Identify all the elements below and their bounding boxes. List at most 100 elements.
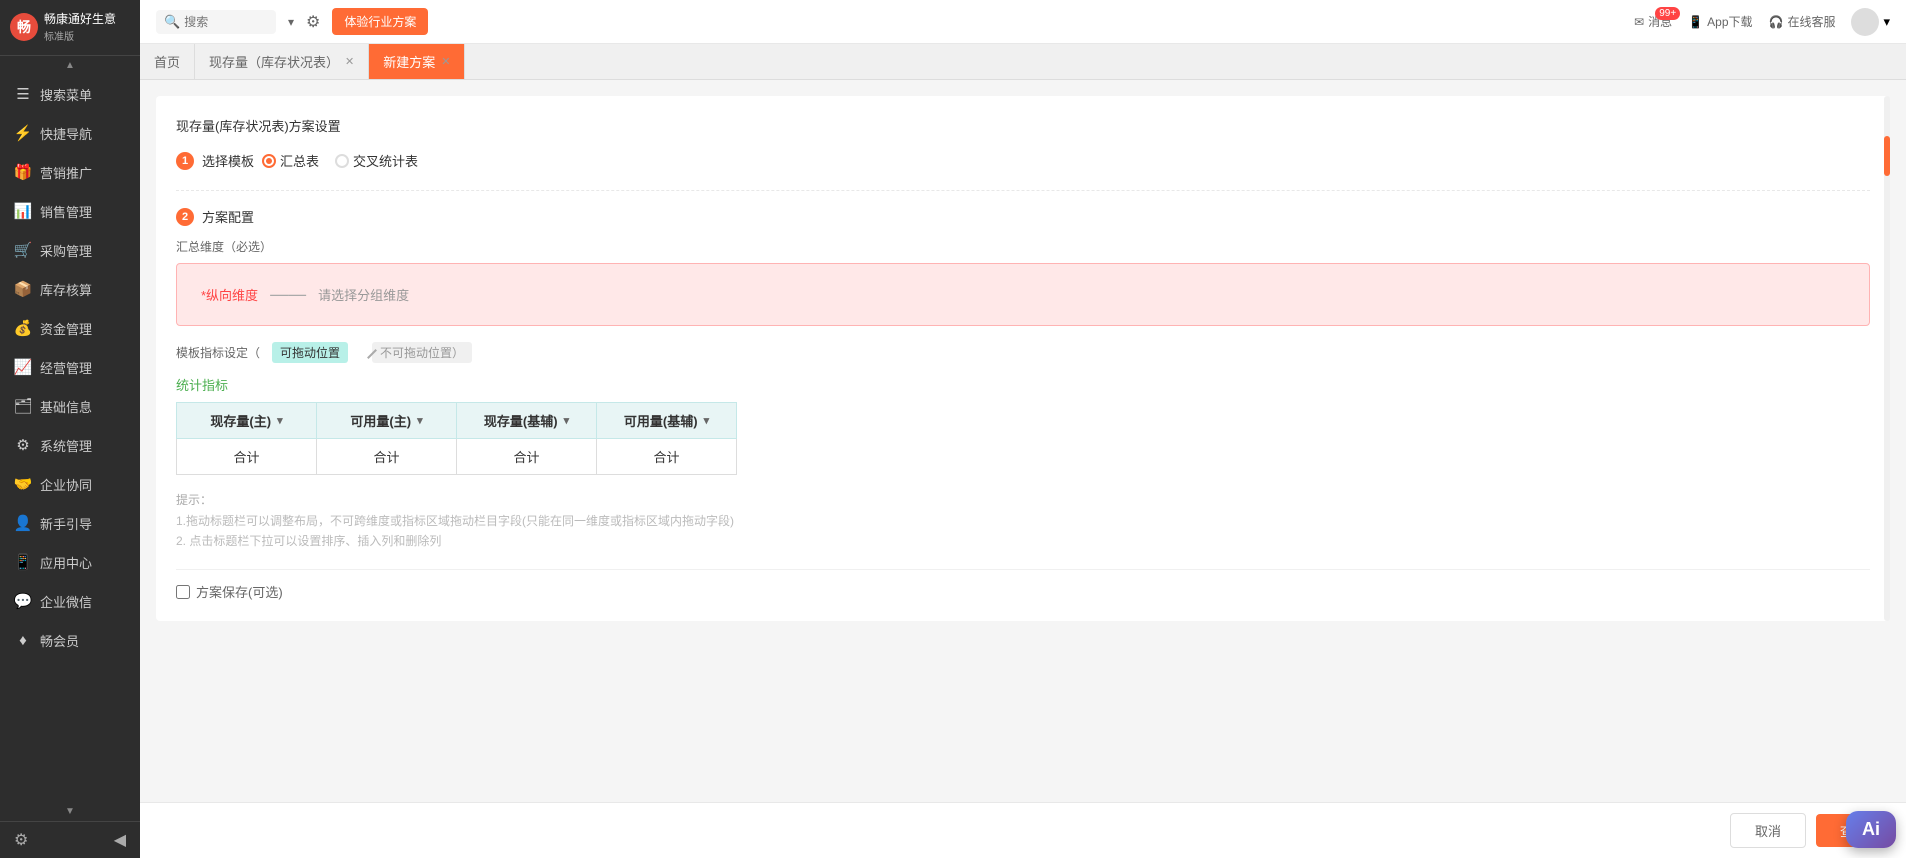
sidebar-scroll-down[interactable]: ▼ bbox=[0, 802, 140, 821]
sidebar-item-inventory[interactable]: 📦 库存核算 bbox=[0, 270, 140, 309]
dim-placeholder: 请选择分组维度 bbox=[318, 285, 409, 304]
sidebar-item-label: 基础信息 bbox=[40, 397, 92, 416]
sidebar-logo: 畅 畅康通好生意 标准版 bbox=[0, 0, 140, 56]
sidebar-item-member[interactable]: ♦ 畅会员 bbox=[0, 621, 140, 660]
app-edition: 标准版 bbox=[44, 28, 116, 43]
tips-item-2: 2. 点击标题栏下拉可以设置排序、插入列和删除列 bbox=[176, 532, 1870, 549]
sidebar-item-label: 销售管理 bbox=[40, 202, 92, 221]
save-checkbox[interactable] bbox=[176, 585, 190, 599]
chevron-down-icon: ▾ bbox=[1883, 14, 1890, 30]
tab-label: 新建方案 bbox=[383, 52, 435, 71]
system-icon: ⚙ bbox=[14, 436, 32, 454]
sidebar-item-search[interactable]: ☰ 搜索菜单 bbox=[0, 75, 140, 114]
settings-bottom-icon[interactable]: ⚙ bbox=[14, 830, 28, 850]
section2-header: 2 方案配置 bbox=[176, 207, 1870, 226]
col-3-label: 现存量(基辅) bbox=[484, 411, 558, 430]
radio-dot-summary bbox=[262, 154, 276, 168]
sidebar-item-quicknav[interactable]: ⚡ 快捷导航 bbox=[0, 114, 140, 153]
sidebar-item-wechat[interactable]: 💬 企业微信 bbox=[0, 582, 140, 621]
enterprise-icon: 🤝 bbox=[14, 475, 32, 493]
stats-table-header-row: 现存量(主) ▾ 可用量(主) ▾ bbox=[177, 403, 737, 439]
radio-cross-table[interactable]: 交叉统计表 bbox=[335, 151, 418, 170]
sidebar-item-label: 系统管理 bbox=[40, 436, 92, 455]
inventory-icon: 📦 bbox=[14, 280, 32, 298]
save-row: 方案保存(可选) bbox=[176, 569, 1870, 601]
tab-close-new[interactable]: ✕ bbox=[441, 55, 450, 68]
sidebar-item-sales[interactable]: 📊 销售管理 bbox=[0, 192, 140, 231]
tab-label: 首页 bbox=[154, 52, 180, 71]
sidebar-item-appcenter[interactable]: 📱 应用中心 bbox=[0, 543, 140, 582]
topbar-dropdown-icon[interactable]: ▾ bbox=[288, 15, 294, 29]
topbar-online-service[interactable]: 🎧 在线客服 bbox=[1769, 13, 1836, 30]
panel-scrollbar-thumb bbox=[1884, 136, 1890, 176]
col-4-dropdown[interactable]: ▾ bbox=[704, 414, 710, 427]
collapse-icon[interactable]: ◀ bbox=[114, 830, 126, 850]
sidebar-item-label: 搜索菜单 bbox=[40, 85, 92, 104]
tab-bar: 首页 现存量（库存状况表） ✕ 新建方案 ✕ bbox=[140, 44, 1906, 80]
user-avatar bbox=[1851, 8, 1879, 36]
sales-icon: 📊 bbox=[14, 202, 32, 220]
stats-table-data-row: 合计 合计 合计 合计 bbox=[177, 439, 737, 475]
footer-bar: 取消 查询 bbox=[140, 802, 1906, 858]
quicknav-icon: ⚡ bbox=[14, 124, 32, 142]
cancel-button[interactable]: 取消 bbox=[1730, 813, 1806, 848]
search-menu-icon: ☰ bbox=[14, 85, 32, 103]
col-header-3: 现存量(基辅) ▾ bbox=[457, 403, 597, 439]
tips-title: 提示： bbox=[176, 491, 1870, 508]
sidebar-nav: ☰ 搜索菜单 ⚡ 快捷导航 🎁 营销推广 📊 销售管理 🛒 采购管理 📦 库存核… bbox=[0, 75, 140, 802]
col-header-2: 可用量(主) ▾ bbox=[317, 403, 457, 439]
dim-required-label: *纵向维度 bbox=[201, 285, 258, 304]
radio-label-summary: 汇总表 bbox=[280, 151, 319, 170]
topbar-message[interactable]: ✉ 消息 99+ bbox=[1634, 13, 1672, 30]
sidebar-item-label: 采购管理 bbox=[40, 241, 92, 260]
dimension-box: *纵向维度 —— 请选择分组维度 bbox=[176, 263, 1870, 326]
sidebar-item-label: 畅会员 bbox=[40, 631, 79, 650]
radio-summary-table[interactable]: 汇总表 bbox=[262, 151, 319, 170]
topbar-app-download[interactable]: 📱 App下载 bbox=[1688, 13, 1752, 30]
sidebar-item-enterprise[interactable]: 🤝 企业协同 bbox=[0, 465, 140, 504]
col-1-dropdown[interactable]: ▾ bbox=[277, 414, 283, 427]
radio-dot-cross bbox=[335, 154, 349, 168]
radio-label-cross: 交叉统计表 bbox=[353, 151, 418, 170]
sidebar-item-newuser[interactable]: 👤 新手引导 bbox=[0, 504, 140, 543]
ai-fab-button[interactable]: Ai bbox=[1846, 811, 1896, 848]
sidebar-item-purchase[interactable]: 🛒 采购管理 bbox=[0, 231, 140, 270]
sidebar-item-system[interactable]: ⚙ 系统管理 bbox=[0, 426, 140, 465]
sidebar-item-basics[interactable]: 🗂 基础信息 bbox=[0, 387, 140, 426]
tab-close-inventory[interactable]: ✕ bbox=[345, 55, 354, 68]
config-panel: 现存量(库存状况表)方案设置 1 选择模板 汇总表 交叉统计表 bbox=[156, 96, 1890, 621]
app-icon-topbar: 📱 bbox=[1688, 15, 1703, 29]
sidebar-scroll-up[interactable]: ▲ bbox=[0, 56, 140, 75]
member-icon: ♦ bbox=[14, 631, 32, 649]
tab-inventory[interactable]: 现存量（库存状况表） ✕ bbox=[195, 44, 369, 79]
marketing-icon: 🎁 bbox=[14, 163, 32, 181]
save-label: 方案保存(可选) bbox=[196, 582, 283, 601]
col-2-dropdown[interactable]: ▾ bbox=[417, 414, 423, 427]
template-row: 模板指标设定（ 可拖动位置 不可拖动位置） bbox=[176, 342, 1870, 363]
sidebar-item-label: 快捷导航 bbox=[40, 124, 92, 143]
tips-section: 提示： 1.拖动标题栏可以调整布局，不可跨维度或指标区域拖动栏目字段(只能在同一… bbox=[176, 491, 1870, 549]
sidebar-item-label: 库存核算 bbox=[40, 280, 92, 299]
section-scheme-config: 2 方案配置 汇总维度（必选） *纵向维度 —— 请选择分组维度 模板指标设定（… bbox=[176, 207, 1870, 549]
sidebar: 畅 畅康通好生意 标准版 ▲ ☰ 搜索菜单 ⚡ 快捷导航 🎁 营销推广 📊 销售… bbox=[0, 0, 140, 858]
sidebar-item-marketing[interactable]: 🎁 营销推广 bbox=[0, 153, 140, 192]
panel-scrollbar[interactable] bbox=[1884, 96, 1890, 621]
topbar: 🔍 ▾ ⚙ 体验行业方案 ✉ 消息 99+ 📱 App下载 🎧 在线客服 ▾ bbox=[140, 0, 1906, 44]
sidebar-item-operations[interactable]: 📈 经营管理 bbox=[0, 348, 140, 387]
trial-button[interactable]: 体验行业方案 bbox=[332, 8, 428, 35]
topbar-right: ✉ 消息 99+ 📱 App下载 🎧 在线客服 ▾ bbox=[1634, 8, 1890, 36]
col-3-dropdown[interactable]: ▾ bbox=[564, 414, 570, 427]
topbar-user[interactable]: ▾ bbox=[1851, 8, 1890, 36]
sidebar-item-finance[interactable]: 💰 资金管理 bbox=[0, 309, 140, 348]
topbar-search-box[interactable]: 🔍 bbox=[156, 10, 276, 34]
tab-home[interactable]: 首页 bbox=[140, 44, 195, 79]
tab-new-scheme[interactable]: 新建方案 ✕ bbox=[369, 44, 465, 79]
search-icon: 🔍 bbox=[164, 14, 180, 30]
section1-num: 1 bbox=[176, 152, 194, 170]
topbar-settings-icon[interactable]: ⚙ bbox=[306, 12, 320, 32]
message-icon: ✉ bbox=[1634, 15, 1644, 29]
sidebar-item-label: 企业协同 bbox=[40, 475, 92, 494]
template-indicator-label: 模板指标设定（ bbox=[176, 344, 260, 361]
search-input[interactable] bbox=[184, 15, 264, 29]
col-4-label: 可用量(基辅) bbox=[624, 411, 698, 430]
